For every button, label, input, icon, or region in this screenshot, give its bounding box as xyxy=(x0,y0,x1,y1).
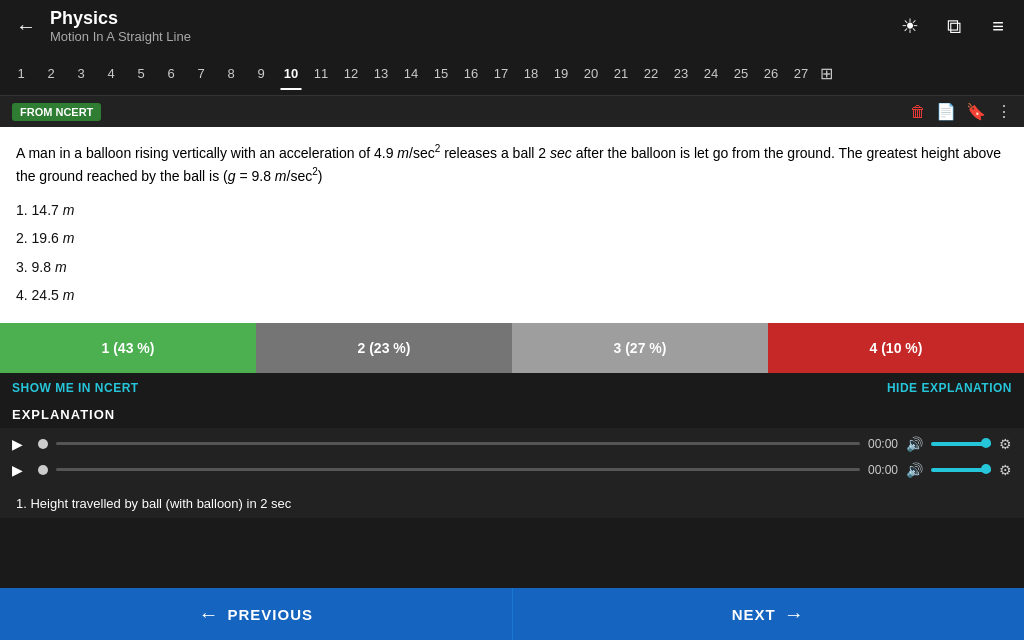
next-button[interactable]: NEXT → xyxy=(513,588,1025,640)
question-grid-icon[interactable]: ⊞ xyxy=(820,64,833,83)
question-num-24[interactable]: 24 xyxy=(696,63,726,84)
question-num-25[interactable]: 25 xyxy=(726,63,756,84)
question-num-21[interactable]: 21 xyxy=(606,63,636,84)
filter-icon[interactable]: ≡ xyxy=(984,15,1012,38)
audio-seek-dot-2 xyxy=(38,465,48,475)
volume-circle-2 xyxy=(981,464,991,474)
question-num-9[interactable]: 9 xyxy=(246,63,276,84)
volume-icon-1[interactable]: 🔊 xyxy=(906,436,923,452)
question-num-12[interactable]: 12 xyxy=(336,63,366,84)
question-num-22[interactable]: 22 xyxy=(636,63,666,84)
option-item[interactable]: 1. 14.7 m xyxy=(16,197,1008,223)
volume-bar-1[interactable] xyxy=(931,442,991,446)
question-num-3[interactable]: 3 xyxy=(66,63,96,84)
question-num-18[interactable]: 18 xyxy=(516,63,546,84)
answer-btn-gray2[interactable]: 3 (27 %) xyxy=(512,323,768,373)
bottom-nav: ← PREVIOUS NEXT → xyxy=(0,588,1024,640)
audio-player-1: ▶ 00:00 🔊 ⚙ xyxy=(12,436,1012,452)
action-bar: SHOW ME IN NCERT HIDE EXPLANATION xyxy=(0,373,1024,403)
volume-circle-1 xyxy=(981,438,991,448)
question-num-6[interactable]: 6 xyxy=(156,63,186,84)
question-num-4[interactable]: 4 xyxy=(96,63,126,84)
header-title-block: Physics Motion In A Straight Line xyxy=(50,8,886,45)
question-num-23[interactable]: 23 xyxy=(666,63,696,84)
ncert-icons: 🗑 📄 🔖 ⋮ xyxy=(910,102,1012,121)
options-list: 1. 14.7 m2. 19.6 m 3. 9.8 m4. 24.5 m xyxy=(16,197,1008,309)
question-num-10[interactable]: 10 xyxy=(276,63,306,84)
audio-section: ▶ 00:00 🔊 ⚙ ▶ 00:00 🔊 ⚙ xyxy=(0,428,1024,486)
ncert-bar: FROM NCERT 🗑 📄 🔖 ⋮ xyxy=(0,96,1024,127)
ncert-badge: FROM NCERT xyxy=(12,103,101,121)
play-button-2[interactable]: ▶ xyxy=(12,462,30,478)
audio-track-2[interactable] xyxy=(56,468,860,471)
answer-buttons: 1 (43 %)2 (23 %)3 (27 %)4 (10 %) xyxy=(0,323,1024,373)
show-ncert-link[interactable]: SHOW ME IN NCERT xyxy=(12,381,139,395)
question-number-bar: 1234567891011121314151617181920212223242… xyxy=(0,52,1024,96)
app-title: Physics xyxy=(50,8,886,30)
question-num-20[interactable]: 20 xyxy=(576,63,606,84)
header-icons: ☀ ⧉ ≡ xyxy=(896,14,1012,38)
delete-icon[interactable]: 🗑 xyxy=(910,103,926,121)
next-arrow-icon: → xyxy=(784,603,805,626)
file-icon[interactable]: 📄 xyxy=(936,102,956,121)
question-num-7[interactable]: 7 xyxy=(186,63,216,84)
question-num-19[interactable]: 19 xyxy=(546,63,576,84)
explanation-text: 1. Height travelled by ball (with balloo… xyxy=(0,486,1024,519)
prev-label: PREVIOUS xyxy=(227,606,313,623)
audio-seek-dot-1 xyxy=(38,439,48,449)
question-num-5[interactable]: 5 xyxy=(126,63,156,84)
answer-btn-green[interactable]: 1 (43 %) xyxy=(0,323,256,373)
explanation-label: EXPLANATION xyxy=(0,403,1024,428)
hide-explanation-link[interactable]: HIDE EXPLANATION xyxy=(887,381,1012,395)
settings-icon-1[interactable]: ⚙ xyxy=(999,436,1012,452)
question-num-8[interactable]: 8 xyxy=(216,63,246,84)
next-label: NEXT xyxy=(732,606,776,623)
question-text: A man in a balloon rising vertically wit… xyxy=(16,141,1008,187)
question-num-27[interactable]: 27 xyxy=(786,63,816,84)
more-icon[interactable]: ⋮ xyxy=(996,102,1012,121)
question-num-15[interactable]: 15 xyxy=(426,63,456,84)
audio-time-2: 00:00 xyxy=(868,463,898,477)
question-num-14[interactable]: 14 xyxy=(396,63,426,84)
answer-btn-red[interactable]: 4 (10 %) xyxy=(768,323,1024,373)
audio-time-1: 00:00 xyxy=(868,437,898,451)
volume-icon-2[interactable]: 🔊 xyxy=(906,462,923,478)
app-subtitle: Motion In A Straight Line xyxy=(50,29,886,44)
option-item[interactable]: 2. 19.6 m xyxy=(16,225,1008,251)
question-num-1[interactable]: 1 xyxy=(6,63,36,84)
bookmark-icon[interactable]: 🔖 xyxy=(966,102,986,121)
play-button-1[interactable]: ▶ xyxy=(12,436,30,452)
audio-player-2: ▶ 00:00 🔊 ⚙ xyxy=(12,462,1012,478)
prev-arrow-icon: ← xyxy=(198,603,219,626)
volume-bar-2[interactable] xyxy=(931,468,991,472)
option-item[interactable]: 3. 9.8 m xyxy=(16,254,1008,280)
question-num-17[interactable]: 17 xyxy=(486,63,516,84)
question-num-26[interactable]: 26 xyxy=(756,63,786,84)
back-button[interactable]: ← xyxy=(12,15,40,38)
answer-btn-gray[interactable]: 2 (23 %) xyxy=(256,323,512,373)
question-area: A man in a balloon rising vertically wit… xyxy=(0,127,1024,323)
brightness-icon[interactable]: ☀ xyxy=(896,14,924,38)
settings-icon-2[interactable]: ⚙ xyxy=(999,462,1012,478)
question-num-11[interactable]: 11 xyxy=(306,63,336,84)
header: ← Physics Motion In A Straight Line ☀ ⧉ … xyxy=(0,0,1024,52)
previous-button[interactable]: ← PREVIOUS xyxy=(0,588,513,640)
audio-track-1[interactable] xyxy=(56,442,860,445)
question-num-2[interactable]: 2 xyxy=(36,63,66,84)
question-num-16[interactable]: 16 xyxy=(456,63,486,84)
layers-icon[interactable]: ⧉ xyxy=(940,15,968,38)
question-num-13[interactable]: 13 xyxy=(366,63,396,84)
option-item[interactable]: 4. 24.5 m xyxy=(16,282,1008,308)
